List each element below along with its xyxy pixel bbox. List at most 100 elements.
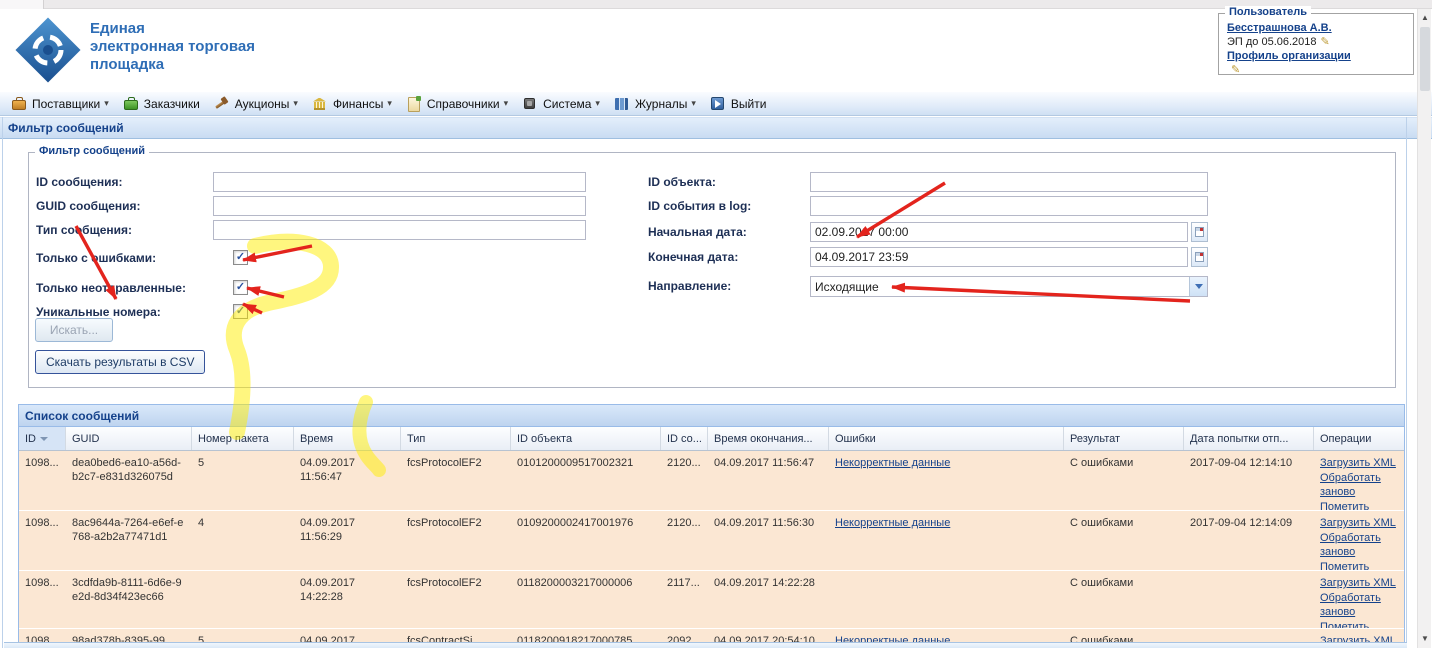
cell-guid: 8ac9644a-7264-e6ef-e768-a2b2a77471d1 xyxy=(72,517,184,543)
column-header-label: Время окончания... xyxy=(714,432,813,445)
page-title: Фильтр сообщений xyxy=(8,121,124,135)
unique-numbers-checkbox[interactable]: ✓ xyxy=(233,304,248,319)
download-csv-button[interactable]: Скачать результаты в CSV xyxy=(35,350,206,374)
vertical-scrollbar[interactable]: ▲ ▼ xyxy=(1417,9,1431,648)
gavel-icon xyxy=(214,96,230,112)
menu-item-suppliers[interactable]: Поставщики ▾ xyxy=(4,92,116,115)
object-id-input[interactable] xyxy=(810,172,1208,192)
cell-result: С ошибками xyxy=(1070,577,1134,589)
menu-item-finance[interactable]: Финансы ▾ xyxy=(305,92,399,115)
menu-item-system[interactable]: Система ▾ xyxy=(515,92,607,115)
column-header-type[interactable]: Тип xyxy=(401,427,511,450)
direction-label: Направление: xyxy=(648,279,732,293)
column-header-attempt[interactable]: Дата попытки отп... xyxy=(1184,427,1314,450)
table-row: 1098... 8ac9644a-7264-e6ef-e768-a2b2a7747… xyxy=(19,511,1404,571)
chip-icon xyxy=(522,96,538,112)
chevron-down-icon xyxy=(1194,284,1203,289)
cell-id-so: 2117... xyxy=(667,577,700,589)
direction-select[interactable]: Исходящие xyxy=(810,276,1208,297)
cert-expiry-line: ЭП до 05.06.2018 ✎ xyxy=(1227,35,1405,49)
column-header-time[interactable]: Время xyxy=(294,427,401,450)
operation-link[interactable]: Загрузить XML xyxy=(1320,576,1400,590)
only-unsent-label: Только неотправленные: xyxy=(36,281,186,295)
end-date-calendar-button[interactable] xyxy=(1191,247,1208,267)
column-header-object-id[interactable]: ID объекта xyxy=(511,427,661,450)
grid-body: 1098... dea0bed6-ea10-a56d-b2c7-e831d3260… xyxy=(19,451,1404,647)
scroll-down-arrow[interactable]: ▼ xyxy=(1418,632,1432,646)
column-header-errors[interactable]: Ошибки xyxy=(829,427,1064,450)
org-profile-link[interactable]: Профиль организации xyxy=(1227,49,1405,63)
cell-time: 04.09.2017 14:22:28 xyxy=(300,577,356,603)
cell-errors xyxy=(829,571,1064,628)
log-event-id-input[interactable] xyxy=(810,196,1208,216)
chevron-down-icon: ▾ xyxy=(503,98,509,108)
menu-item-journals[interactable]: Журналы ▾ xyxy=(607,92,703,115)
scroll-up-arrow[interactable]: ▲ xyxy=(1418,11,1432,25)
column-header-label: ID xyxy=(25,432,36,445)
only-unsent-checkbox[interactable]: ✓ xyxy=(233,280,248,295)
column-header-label: Время xyxy=(300,432,334,445)
operation-link[interactable]: Загрузить XML xyxy=(1320,516,1400,530)
operation-link[interactable]: Пометить ошибочным xyxy=(1320,620,1400,628)
scroll-thumb[interactable] xyxy=(1420,27,1430,91)
menu-item-customers[interactable]: Заказчики xyxy=(116,92,207,115)
object-id-label: ID объекта: xyxy=(648,175,716,189)
brand-line: электронная торговая xyxy=(90,38,255,55)
cell-id: 1098... xyxy=(25,517,59,529)
cell-packet: 4 xyxy=(198,517,205,529)
operation-link[interactable]: Обработать заново xyxy=(1320,471,1400,499)
column-header-id[interactable]: ID xyxy=(19,427,66,450)
column-header-label: Ошибки xyxy=(835,432,876,445)
cell-object-id: 0118200003217000006 xyxy=(517,577,633,589)
chevron-down-icon: ▾ xyxy=(293,98,298,108)
operation-link[interactable]: Обработать заново xyxy=(1320,591,1400,619)
content-frame-left xyxy=(2,117,3,648)
unique-numbers-label: Уникальные номера: xyxy=(36,305,161,319)
error-link[interactable]: Некорректные данные xyxy=(835,517,950,529)
cell-guid: 3cdfda9b-8111-6d6e-9e2d-8d34f423ec66 xyxy=(72,577,182,603)
column-header-result[interactable]: Результат xyxy=(1064,427,1184,450)
only-errors-label: Только с ошибками: xyxy=(36,251,157,265)
search-button[interactable]: Искать... xyxy=(35,318,113,342)
start-date-input[interactable] xyxy=(810,222,1188,242)
column-header-packet[interactable]: Номер пакета xyxy=(192,427,294,450)
direction-dropdown-button[interactable] xyxy=(1189,277,1207,296)
operation-link[interactable]: Пометить ошибочным xyxy=(1320,500,1400,510)
app-header: Единая электронная торговая площадка Пол… xyxy=(0,6,1432,92)
operation-link[interactable]: Обработать заново xyxy=(1320,531,1400,559)
menu-item-dictionaries[interactable]: Справочники ▾ xyxy=(399,92,515,115)
user-panel-legend: Пользователь xyxy=(1225,6,1312,18)
cell-object-id: 0101200009517002321 xyxy=(517,457,634,469)
message-id-input[interactable] xyxy=(213,172,586,192)
menu-item-logout[interactable]: Выйти xyxy=(703,92,774,115)
message-guid-input[interactable] xyxy=(213,196,586,216)
only-errors-checkbox[interactable]: ✓ xyxy=(233,250,248,265)
column-header-guid[interactable]: GUID xyxy=(66,427,192,450)
menu-item-auctions[interactable]: Аукционы ▾ xyxy=(207,92,305,115)
menu-item-label: Поставщики xyxy=(32,96,101,111)
operation-link[interactable]: Загрузить XML xyxy=(1320,456,1400,470)
column-header-label: Результат xyxy=(1070,432,1121,445)
cell-operations: Загрузить XMLОбработать зановоПометить о… xyxy=(1314,571,1404,628)
start-date-calendar-button[interactable] xyxy=(1191,222,1208,242)
cell-attempt: 2017-09-04 12:14:09 xyxy=(1190,517,1293,529)
cert-expiry-text: ЭП до 05.06.2018 xyxy=(1227,36,1317,48)
browser-strip xyxy=(0,0,1432,9)
calendar-icon xyxy=(1195,227,1204,237)
user-name-link[interactable]: Бесстрашнова А.В. xyxy=(1227,21,1405,35)
end-date-input[interactable] xyxy=(810,247,1188,267)
column-header-label: Тип xyxy=(407,432,426,445)
column-header-operations[interactable]: Операции xyxy=(1314,427,1404,450)
cell-end-time: 04.09.2017 11:56:47 xyxy=(714,457,815,469)
menu-item-label: Аукционы xyxy=(234,96,290,111)
column-header-end-time[interactable]: Время окончания... xyxy=(708,427,829,450)
message-type-input[interactable] xyxy=(213,220,586,240)
log-event-id-label: ID события в log: xyxy=(648,199,752,213)
error-link[interactable]: Некорректные данные xyxy=(835,457,950,469)
chevron-down-icon: ▾ xyxy=(104,98,109,108)
column-header-id-so[interactable]: ID со... xyxy=(661,427,708,450)
cell-type: fcsProtocolEF2 xyxy=(407,577,482,589)
filter-panel-legend: Фильтр сообщений xyxy=(35,145,150,157)
operation-link[interactable]: Пометить ошибочным xyxy=(1320,560,1400,570)
grid-header-row: ID GUID Номер пакета Время Тип ID объекта ID с… xyxy=(19,427,1404,451)
